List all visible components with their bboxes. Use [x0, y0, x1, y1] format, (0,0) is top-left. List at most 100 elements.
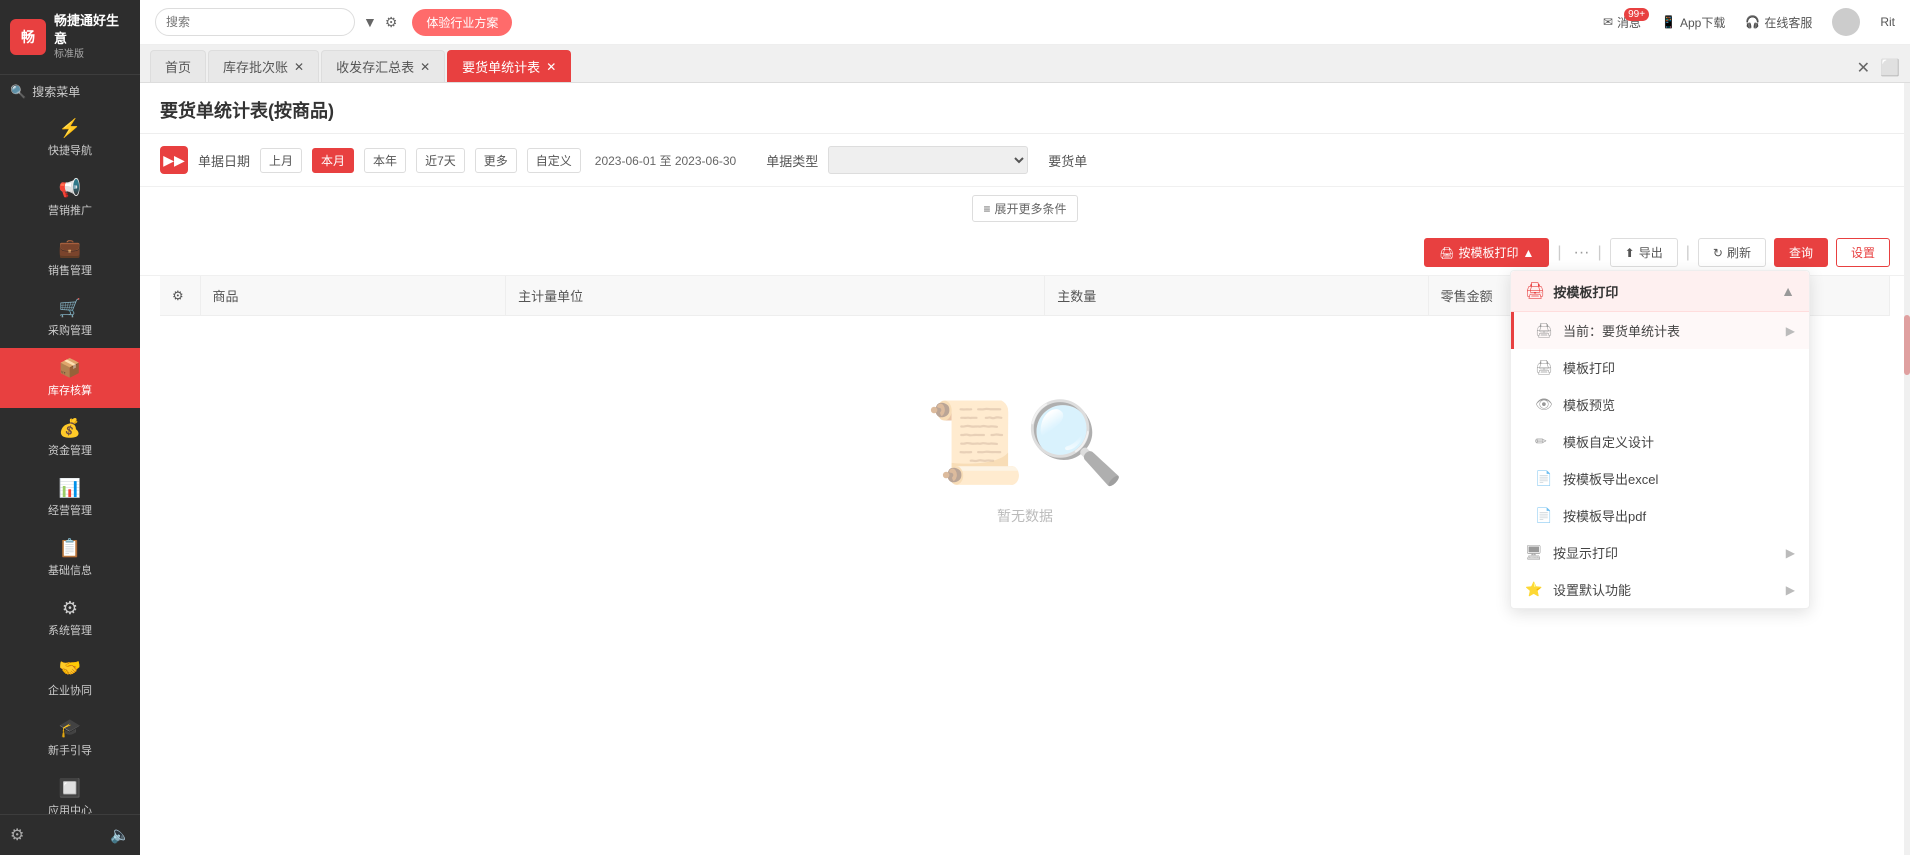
sidebar-item-quick-nav[interactable]: ⚡ 快捷导航 [0, 108, 140, 168]
scroll-track[interactable] [1904, 83, 1910, 855]
separator2: | [1598, 244, 1602, 262]
dropdown-item-export-excel[interactable]: 📄 按模板导出excel [1511, 460, 1809, 497]
export-btn[interactable]: ⬆ 导出 [1610, 238, 1678, 267]
app-logo: 畅 畅捷通好生意 标准版 [0, 0, 140, 75]
print-btn[interactable]: 🖨 按模板打印 ▲ [1424, 238, 1549, 267]
filter-this-year[interactable]: 本年 [364, 148, 406, 173]
logo-icon: 畅 [10, 19, 46, 55]
purchase-icon: 🛒 [59, 298, 81, 319]
category-filter-label: 要货单 [1048, 151, 1087, 170]
audio-icon[interactable]: 🔈 [110, 825, 130, 845]
sidebar-item-marketing[interactable]: 📢 营销推广 [0, 168, 140, 228]
tab-batch-account[interactable]: 库存批次账 ✕ [208, 50, 319, 82]
tab-home[interactable]: 首页 [150, 50, 206, 82]
window-maximize-btn[interactable]: ⬜ [1880, 58, 1900, 78]
experience-btn[interactable]: 体验行业方案 [412, 9, 512, 36]
dropdown-current-template[interactable]: 🖨 当前：要货单统计表 ▶ [1511, 312, 1809, 349]
display-print-icon: 🖥 [1525, 544, 1543, 561]
col-settings[interactable]: ⚙ [160, 276, 200, 316]
tab-order-summary[interactable]: 要货单统计表 ✕ [447, 50, 571, 82]
print-icon-small: 🖨 [1439, 246, 1454, 260]
chevron-right-default: ▶ [1786, 583, 1795, 597]
toolbar: 🖨 按模板打印 ▲ 🖨 当前：要货单统计表 ▶ 🖨 模板打印 👁 模板预览 [140, 230, 1910, 276]
avatar[interactable] [1832, 8, 1860, 36]
filter-7days[interactable]: 近7天 [416, 148, 465, 173]
sidebar-item-operations[interactable]: 📊 经营管理 [0, 468, 140, 528]
filter-last-month[interactable]: 上月 [260, 148, 302, 173]
sidebar-item-system[interactable]: ⚙ 系统管理 [0, 588, 140, 648]
settings-btn[interactable]: 设置 [1836, 238, 1890, 267]
dropdown-item-template-print[interactable]: 🖨 模板打印 [1511, 349, 1809, 386]
online-service-btn[interactable]: 🎧 在线客服 [1745, 14, 1812, 31]
expand-more-icon: ≡ [983, 202, 990, 216]
dropdown-header: 🖨 按模板打印 ▲ [1511, 271, 1809, 312]
type-filter-select[interactable] [828, 146, 1028, 174]
export-excel-icon: 📄 [1535, 470, 1553, 487]
main-area: ▼ ⚙ 体验行业方案 ✉ 消息 99+ 📱 App下载 🎧 在线客服 Rit 首… [140, 0, 1910, 855]
query-btn[interactable]: 查询 [1774, 238, 1828, 267]
print-header-icon: 🖨 [1525, 281, 1545, 301]
filter-toggle-btn[interactable]: ▶▶ [160, 146, 188, 174]
settings-icon[interactable]: ⚙ [385, 14, 398, 31]
dropdown-item-template-preview[interactable]: 👁 模板预览 [1511, 386, 1809, 423]
tab-receipt-summary[interactable]: 收发存汇总表 ✕ [321, 50, 445, 82]
template-design-icon: ✏ [1535, 433, 1553, 450]
apps-icon: 🔲 [59, 778, 81, 799]
filter-custom[interactable]: 自定义 [527, 148, 581, 173]
window-close-btn[interactable]: ✕ [1857, 58, 1870, 78]
template-print-dropdown: 🖨 按模板打印 ▲ 🖨 当前：要货单统计表 ▶ 🖨 模板打印 👁 模板预览 [1510, 270, 1810, 609]
dropdown-title: 按模板打印 [1553, 282, 1781, 301]
dropdown-item-template-design[interactable]: ✏ 模板自定义设计 [1511, 423, 1809, 460]
more-options-btn[interactable]: ··· [1574, 244, 1590, 262]
default-func-icon: ⭐ [1525, 581, 1543, 598]
filter-more[interactable]: 更多 [475, 148, 517, 173]
separator1: | [1557, 244, 1561, 262]
close-tab-receipt[interactable]: ✕ [420, 61, 430, 73]
refresh-icon: ↻ [1713, 246, 1723, 260]
sidebar-item-sales[interactable]: 💼 销售管理 [0, 228, 140, 288]
nav-dropdown-btn[interactable]: ▼ [363, 14, 377, 30]
sidebar-item-basic[interactable]: 📋 基础信息 [0, 528, 140, 588]
close-tab-order[interactable]: ✕ [546, 61, 556, 73]
basic-icon: 📋 [59, 538, 81, 559]
app-download-icon: 📱 [1661, 15, 1676, 29]
message-icon: ✉ [1603, 15, 1613, 29]
messages-btn[interactable]: ✉ 消息 99+ [1603, 14, 1641, 31]
dropdown-close-btn[interactable]: ▲ [1781, 283, 1795, 299]
export-pdf-icon: 📄 [1535, 507, 1553, 524]
sidebar-item-purchase[interactable]: 🛒 采购管理 [0, 288, 140, 348]
username-label: Rit [1880, 15, 1895, 29]
newbie-icon: 🎓 [59, 718, 81, 739]
sidebar-item-collab[interactable]: 🤝 企业协同 [0, 648, 140, 708]
inventory-icon: 📦 [59, 358, 81, 379]
operations-icon: 📊 [59, 478, 81, 499]
sidebar-item-newbie[interactable]: 🎓 新手引导 [0, 708, 140, 768]
expand-more-btn[interactable]: ≡ 展开更多条件 [972, 195, 1077, 222]
empty-text: 暂无数据 [997, 506, 1053, 526]
search-input[interactable] [155, 8, 355, 36]
window-controls: ✕ ⬜ [1857, 58, 1900, 82]
sidebar-search[interactable]: 🔍 搜索菜单 [0, 75, 140, 108]
sidebar-bottom: ⚙ 🔈 [0, 814, 140, 855]
close-tab-batch[interactable]: ✕ [294, 61, 304, 73]
sidebar: 畅 畅捷通好生意 标准版 🔍 搜索菜单 ⚡ 快捷导航 📢 营销推广 💼 销售管理… [0, 0, 140, 855]
sales-icon: 💼 [59, 238, 81, 259]
filter-this-month[interactable]: 本月 [312, 148, 354, 173]
dropdown-item-default-func[interactable]: ⭐ 设置默认功能 ▶ [1511, 571, 1809, 608]
app-download-btn[interactable]: 📱 App下载 [1661, 14, 1725, 31]
quick-nav-icon: ⚡ [59, 118, 81, 139]
sidebar-item-apps[interactable]: 🔲 应用中心 [0, 768, 140, 814]
print-chevron-icon: ▲ [1522, 246, 1534, 260]
refresh-btn[interactable]: ↻ 刷新 [1698, 238, 1766, 267]
sidebar-search-label: 搜索菜单 [32, 83, 80, 100]
tabs-bar: 首页 库存批次账 ✕ 收发存汇总表 ✕ 要货单统计表 ✕ ✕ ⬜ [140, 45, 1910, 83]
settings-bottom-icon[interactable]: ⚙ [10, 825, 24, 845]
filter-bar: ▶▶ 单据日期 上月 本月 本年 近7天 更多 自定义 2023-06-01 至… [140, 134, 1910, 187]
sidebar-nav: ⚡ 快捷导航 📢 营销推广 💼 销售管理 🛒 采购管理 📦 库存核算 💰 资金管… [0, 108, 140, 814]
dropdown-item-display-print[interactable]: 🖥 按显示打印 ▶ [1511, 534, 1809, 571]
sidebar-item-finance[interactable]: 💰 资金管理 [0, 408, 140, 468]
sidebar-item-inventory[interactable]: 📦 库存核算 [0, 348, 140, 408]
topbar-right: ✉ 消息 99+ 📱 App下载 🎧 在线客服 Rit [1603, 8, 1895, 36]
dropdown-item-export-pdf[interactable]: 📄 按模板导出pdf [1511, 497, 1809, 534]
scroll-thumb[interactable] [1904, 315, 1910, 375]
